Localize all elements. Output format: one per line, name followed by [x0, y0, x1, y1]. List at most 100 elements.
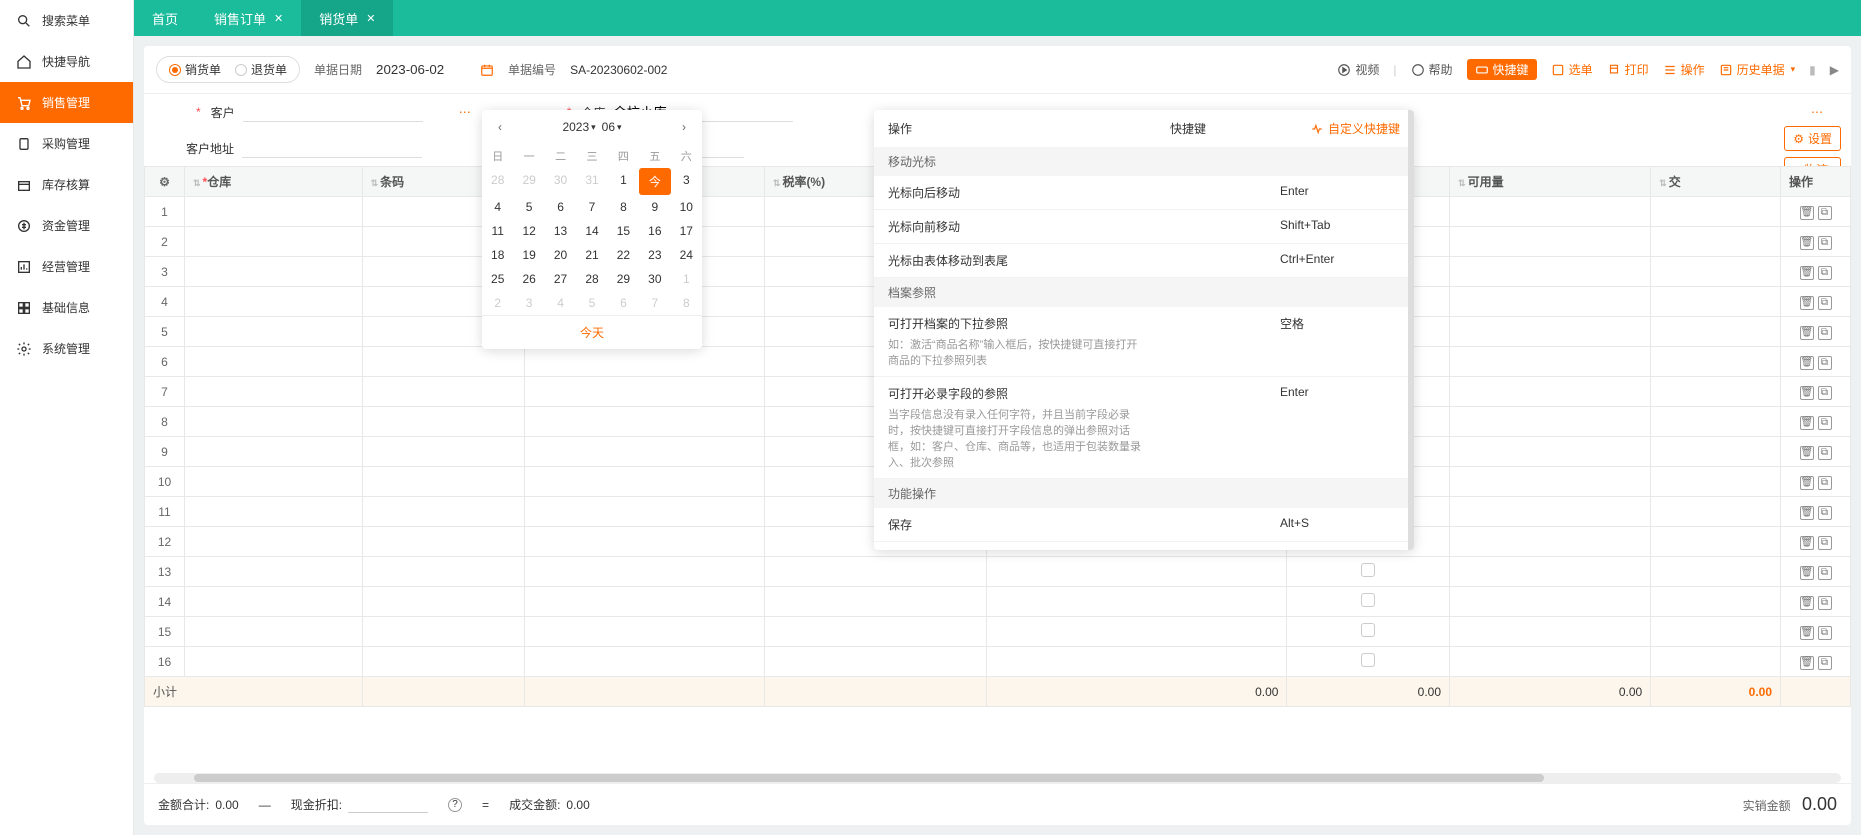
cell-barcode[interactable]	[362, 377, 525, 407]
day[interactable]: 6	[545, 195, 576, 219]
cell-gift[interactable]	[1287, 647, 1450, 677]
cell-warehouse[interactable]	[185, 647, 363, 677]
close-icon[interactable]: ✕	[366, 12, 375, 25]
sidebar-item-6[interactable]: 经营管理	[0, 246, 133, 287]
day-other[interactable]: 29	[513, 168, 544, 195]
customer-input[interactable]	[243, 102, 423, 122]
help-icon[interactable]: ?	[448, 798, 462, 812]
tab-1[interactable]: 销售订单✕	[196, 0, 301, 36]
delete-icon[interactable]: 🗑	[1800, 506, 1814, 520]
cell-deliver[interactable]	[1651, 257, 1781, 287]
delete-icon[interactable]: 🗑	[1800, 656, 1814, 670]
radio-return[interactable]: 退货单	[235, 61, 287, 78]
sidebar-item-3[interactable]: 采购管理	[0, 123, 133, 164]
cell-available[interactable]	[1450, 647, 1651, 677]
copy-icon[interactable]: ⧉	[1818, 596, 1832, 610]
table-row[interactable]: 16🗑⧉	[145, 647, 1851, 677]
cell-deliver[interactable]	[1651, 287, 1781, 317]
day[interactable]: 22	[608, 243, 639, 267]
cell-available[interactable]	[1450, 377, 1651, 407]
year-select[interactable]: 2023▾	[562, 120, 595, 134]
cell-available[interactable]	[1450, 347, 1651, 377]
day[interactable]: 30	[639, 267, 670, 291]
video-button[interactable]: 视频	[1337, 61, 1379, 78]
delete-icon[interactable]: 🗑	[1800, 596, 1814, 610]
cell-taxrate[interactable]	[764, 617, 987, 647]
cell-spec[interactable]	[525, 647, 765, 677]
cell-spec[interactable]	[525, 437, 765, 467]
delete-icon[interactable]: 🗑	[1800, 266, 1814, 280]
shortcuts-button[interactable]: 快捷键	[1467, 59, 1537, 80]
cell-warehouse[interactable]	[185, 407, 363, 437]
help-button[interactable]: 帮助	[1411, 61, 1453, 78]
cell-warehouse[interactable]	[185, 467, 363, 497]
copy-icon[interactable]: ⧉	[1818, 206, 1832, 220]
delete-icon[interactable]: 🗑	[1800, 236, 1814, 250]
day[interactable]: 15	[608, 219, 639, 243]
cell-barcode[interactable]	[362, 437, 525, 467]
cell-spec[interactable]	[525, 497, 765, 527]
copy-icon[interactable]: ⧉	[1818, 296, 1832, 310]
day-other[interactable]: 28	[482, 168, 513, 195]
cell-barcode[interactable]	[362, 497, 525, 527]
cell-deliver[interactable]	[1651, 617, 1781, 647]
day[interactable]: 4	[482, 195, 513, 219]
cell-deliver[interactable]	[1651, 377, 1781, 407]
date-input[interactable]	[376, 62, 466, 77]
prev-month-button[interactable]: ‹	[492, 118, 508, 136]
cell-deliver[interactable]	[1651, 197, 1781, 227]
cell-available[interactable]	[1450, 527, 1651, 557]
day-other[interactable]: 1	[671, 267, 702, 291]
col-available[interactable]: ⇅可用量	[1450, 167, 1651, 197]
day-other[interactable]: 8	[671, 291, 702, 315]
table-row[interactable]: 13🗑⧉	[145, 557, 1851, 587]
cell-spec[interactable]	[525, 407, 765, 437]
cell-barcode[interactable]	[362, 347, 525, 377]
day-today[interactable]: 今	[639, 168, 670, 195]
cell-warehouse[interactable]	[185, 617, 363, 647]
delete-icon[interactable]: 🗑	[1800, 476, 1814, 490]
copy-icon[interactable]: ⧉	[1818, 446, 1832, 460]
cell-barcode[interactable]	[362, 557, 525, 587]
cell-available[interactable]	[1450, 287, 1651, 317]
day[interactable]: 7	[576, 195, 607, 219]
cell-warehouse[interactable]	[185, 257, 363, 287]
copy-icon[interactable]: ⧉	[1818, 356, 1832, 370]
cell-warehouse[interactable]	[185, 557, 363, 587]
cell-deliver[interactable]	[1651, 227, 1781, 257]
delete-icon[interactable]: 🗑	[1800, 296, 1814, 310]
cell-deliver[interactable]	[1651, 557, 1781, 587]
cell-available[interactable]	[1450, 557, 1651, 587]
day-other[interactable]: 7	[639, 291, 670, 315]
cell-warehouse[interactable]	[185, 287, 363, 317]
cell-deliver[interactable]	[1651, 497, 1781, 527]
copy-icon[interactable]: ⧉	[1818, 566, 1832, 580]
cell-barcode[interactable]	[362, 527, 525, 557]
day[interactable]: 8	[608, 195, 639, 219]
horizontal-scrollbar[interactable]	[154, 773, 1841, 783]
cell-hidden[interactable]	[987, 647, 1287, 677]
day[interactable]: 11	[482, 219, 513, 243]
tab-0[interactable]: 首页	[134, 0, 196, 36]
delete-icon[interactable]: 🗑	[1800, 626, 1814, 640]
cell-deliver[interactable]	[1651, 317, 1781, 347]
month-select[interactable]: 06▾	[602, 120, 622, 134]
radio-sales[interactable]: 销货单	[169, 61, 221, 78]
day[interactable]: 17	[671, 219, 702, 243]
sidebar-item-0[interactable]: 搜索菜单	[0, 0, 133, 41]
table-row[interactable]: 15🗑⧉	[145, 617, 1851, 647]
cell-barcode[interactable]	[362, 617, 525, 647]
day[interactable]: 3	[671, 168, 702, 195]
cell-available[interactable]	[1450, 257, 1651, 287]
more-dots-button[interactable]: ⋯	[1805, 105, 1829, 119]
day[interactable]: 28	[576, 267, 607, 291]
cell-spec[interactable]	[525, 377, 765, 407]
day-other[interactable]: 3	[513, 291, 544, 315]
day[interactable]: 20	[545, 243, 576, 267]
calendar-icon[interactable]	[480, 63, 494, 77]
cell-spec[interactable]	[525, 617, 765, 647]
day[interactable]: 27	[545, 267, 576, 291]
copy-icon[interactable]: ⧉	[1818, 326, 1832, 340]
cell-deliver[interactable]	[1651, 437, 1781, 467]
address-input[interactable]	[242, 138, 422, 158]
